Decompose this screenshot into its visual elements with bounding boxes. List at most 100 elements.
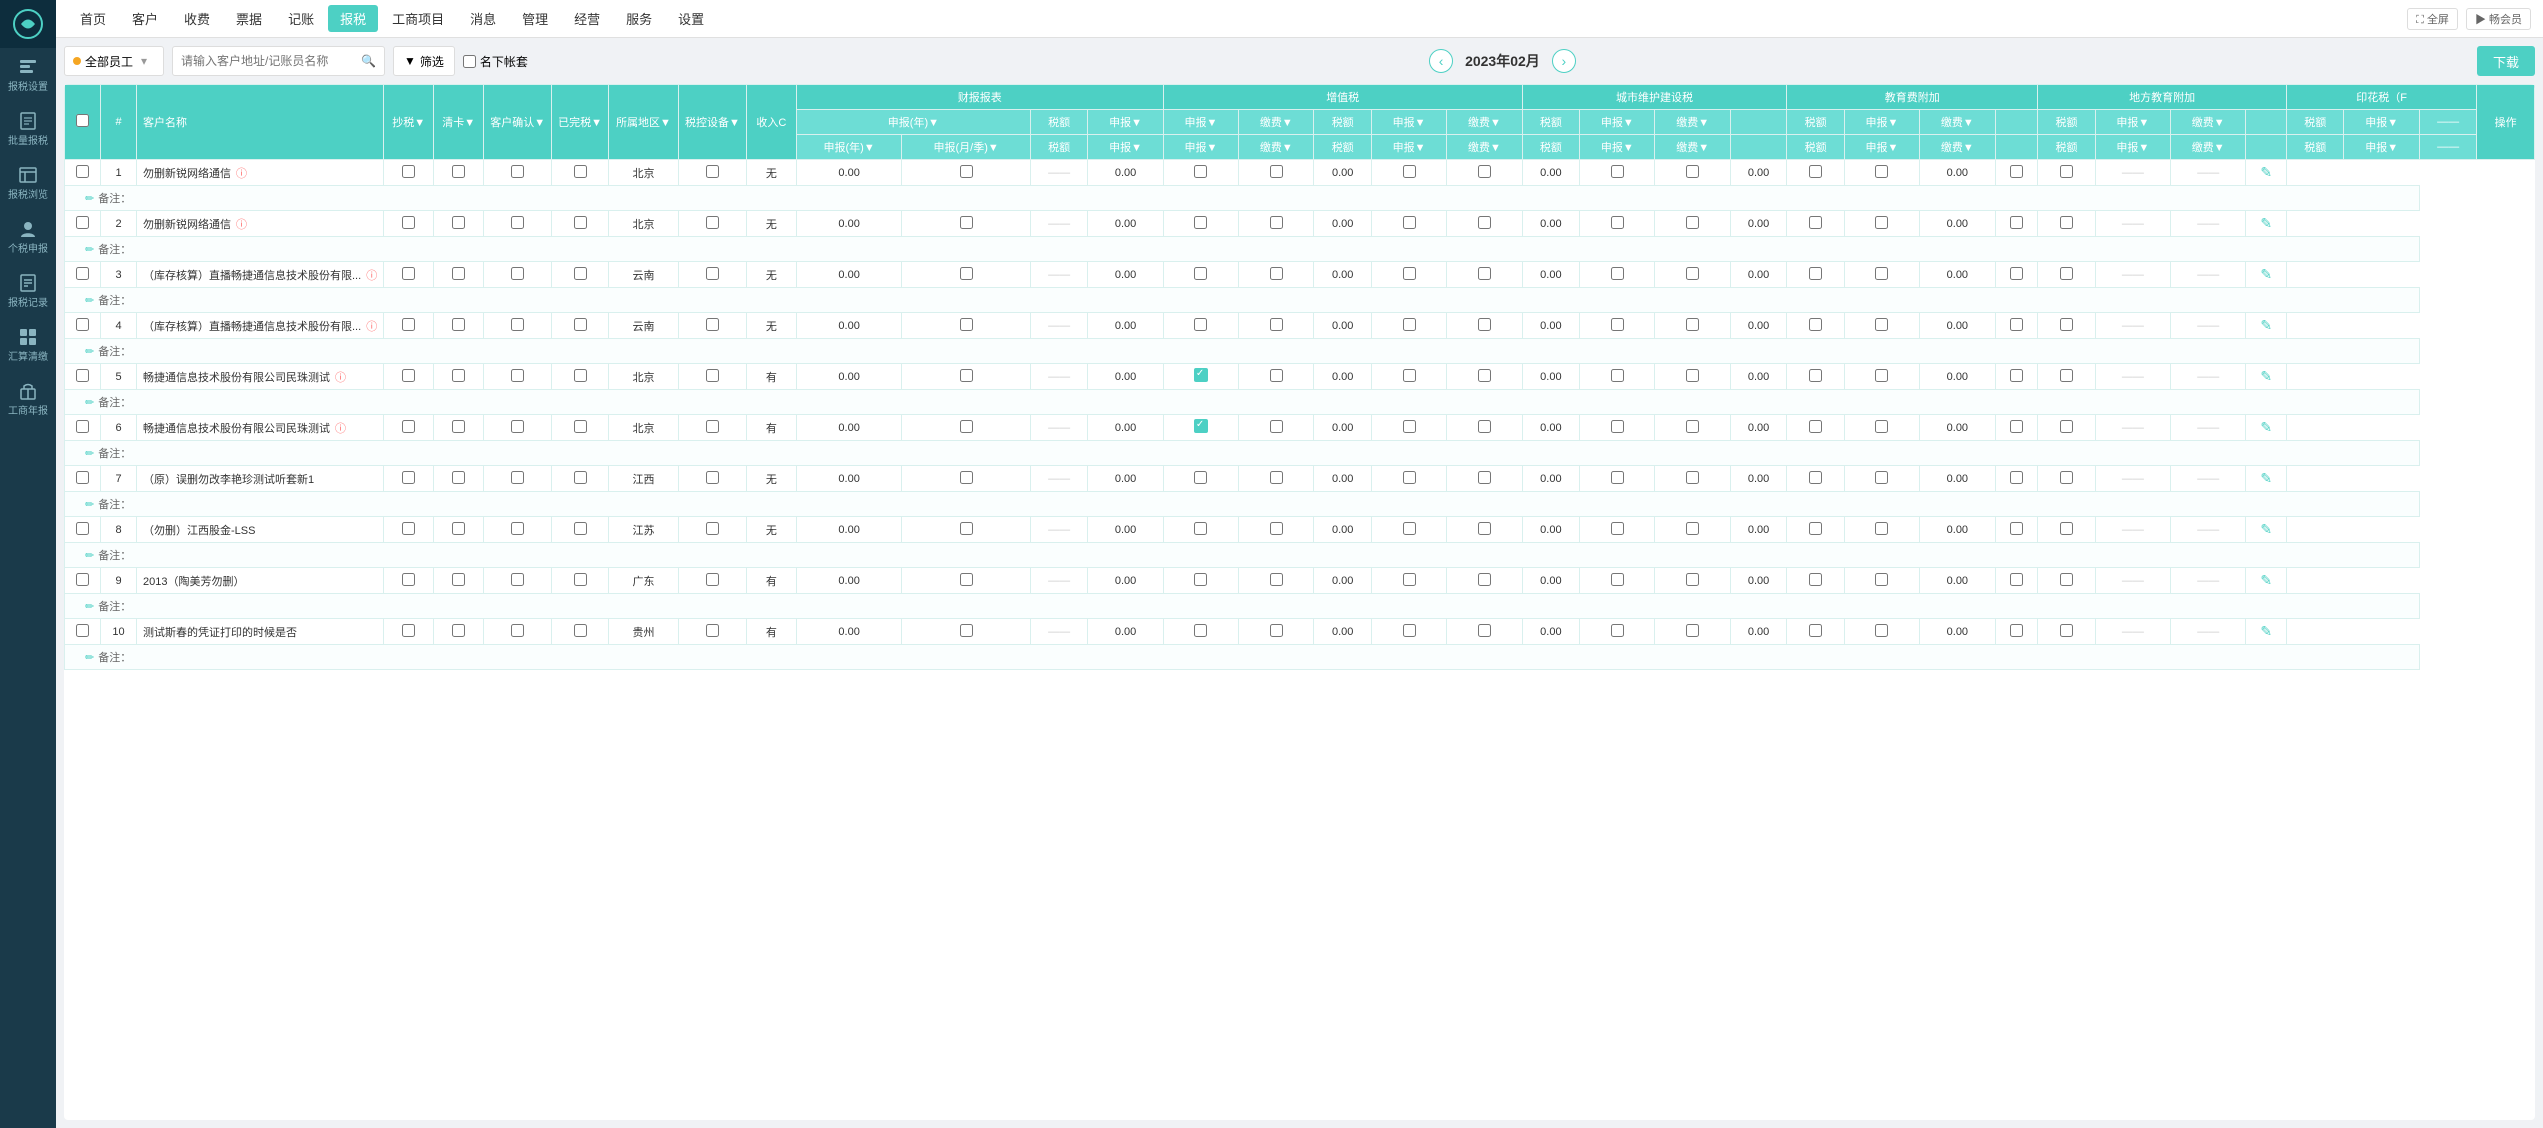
cell-checkbox[interactable] [2010,420,2023,433]
cell-checkbox[interactable] [402,420,415,433]
cell-checkbox[interactable] [1478,369,1491,382]
cell-checkbox[interactable] [960,165,973,178]
cell-checkbox[interactable] [1478,216,1491,229]
sidebar-item-browse[interactable]: 报税浏览 [0,156,56,210]
cell-checkbox[interactable] [1194,216,1207,229]
cell-checkbox[interactable] [574,216,587,229]
cell-checkbox[interactable] [452,216,465,229]
cell-checkbox[interactable] [1478,420,1491,433]
cell-checkbox[interactable] [1270,420,1283,433]
fullscreen-button[interactable]: ⛶ 全屏 [2407,8,2458,30]
edit-icon[interactable]: ✎ [2260,164,2272,180]
edit-icon[interactable]: ✎ [2260,317,2272,333]
cell-checkbox[interactable] [706,624,719,637]
cell-checkbox[interactable] [1875,369,1888,382]
edit-icon[interactable]: ✎ [2260,572,2272,588]
cell-checkbox[interactable] [706,216,719,229]
cell-checkbox[interactable] [1270,267,1283,280]
cell-checkbox[interactable] [960,522,973,535]
cell-checkbox[interactable] [452,267,465,280]
cell-checkbox[interactable] [1270,573,1283,586]
cell-checkbox[interactable] [1611,318,1624,331]
cell-checkbox[interactable] [2060,267,2073,280]
cell-checkbox[interactable] [960,471,973,484]
cell-checkbox[interactable] [574,471,587,484]
cell-checkbox[interactable] [2060,471,2073,484]
cell-checkbox[interactable] [1194,573,1207,586]
cell-checkbox[interactable] [1611,522,1624,535]
cell-checkbox[interactable] [511,216,524,229]
cell-checkbox[interactable] [1686,165,1699,178]
cell-checkbox[interactable] [2010,318,2023,331]
cell-checkbox[interactable] [452,471,465,484]
cell-checkbox[interactable] [1403,624,1416,637]
cell-checkbox[interactable] [1809,471,1822,484]
cell-checkbox[interactable] [1809,369,1822,382]
cell-checkbox[interactable] [574,420,587,433]
edit-icon[interactable]: ✎ [2260,419,2272,435]
cell-checkbox[interactable] [1194,471,1207,484]
cell-checkbox[interactable] [2010,267,2023,280]
cell-checkbox[interactable] [1478,318,1491,331]
cell-checkbox[interactable] [1270,318,1283,331]
cell-checkbox[interactable] [1270,522,1283,535]
cell-checkbox[interactable] [1403,420,1416,433]
cell-checkbox[interactable] [1611,216,1624,229]
cell-checkbox[interactable] [1611,369,1624,382]
cell-checkbox[interactable] [960,216,973,229]
cell-checkbox[interactable] [2010,216,2023,229]
cell-checkbox[interactable] [960,420,973,433]
cell-checkbox[interactable] [1875,573,1888,586]
cell-checkbox[interactable] [1194,267,1207,280]
cell-checkbox[interactable] [574,624,587,637]
cell-checkbox[interactable] [1686,522,1699,535]
cell-checkbox[interactable] [706,165,719,178]
cell-checkbox[interactable] [1478,267,1491,280]
row-select-checkbox[interactable] [76,216,89,229]
cell-checkbox[interactable] [574,573,587,586]
cell-checkbox[interactable] [960,573,973,586]
cell-checkbox[interactable] [706,369,719,382]
cell-checkbox[interactable] [402,369,415,382]
nav-bookkeeping[interactable]: 记账 [276,5,326,32]
cell-checkbox[interactable] [1478,624,1491,637]
cell-checkbox[interactable] [1809,522,1822,535]
cell-checkbox[interactable] [1194,522,1207,535]
cell-checkbox[interactable] [2010,624,2023,637]
nav-home[interactable]: 首页 [68,5,118,32]
row-select-checkbox[interactable] [76,471,89,484]
sidebar-item-individual[interactable]: 个税申报 [0,210,56,264]
cell-checkbox[interactable] [402,318,415,331]
cell-checkbox[interactable] [402,267,415,280]
cell-checkbox[interactable] [960,267,973,280]
cell-checkbox[interactable] [706,420,719,433]
cell-checkbox[interactable] [1403,318,1416,331]
cell-checkbox[interactable] [1270,624,1283,637]
cell-checkbox[interactable] [1194,624,1207,637]
cell-checkbox[interactable] [1809,165,1822,178]
cell-checkbox[interactable] [1875,624,1888,637]
cell-checkbox[interactable] [511,318,524,331]
cell-checkbox[interactable] [1611,165,1624,178]
cell-checkbox[interactable] [1403,471,1416,484]
cell-checkbox[interactable] [1403,165,1416,178]
edit-icon[interactable]: ✎ [2260,470,2272,486]
cell-checkbox[interactable] [706,573,719,586]
cell-checkbox[interactable] [1809,216,1822,229]
cell-checkbox[interactable] [1809,624,1822,637]
search-input[interactable] [181,54,361,68]
cell-checkbox[interactable] [574,369,587,382]
cell-checkbox[interactable] [574,165,587,178]
edit-icon[interactable]: ✎ [2260,368,2272,384]
cell-checkbox[interactable] [1686,216,1699,229]
cell-checkbox[interactable] [1611,420,1624,433]
cell-checkbox[interactable] [706,522,719,535]
nav-client[interactable]: 客户 [120,5,170,32]
cell-checkbox[interactable] [1194,318,1207,331]
cell-checkbox[interactable] [1611,267,1624,280]
cell-checkbox[interactable] [1403,573,1416,586]
cell-checkbox[interactable] [402,165,415,178]
cell-checkbox[interactable] [2060,522,2073,535]
cell-checkbox[interactable] [1686,267,1699,280]
cell-checkbox[interactable] [402,471,415,484]
